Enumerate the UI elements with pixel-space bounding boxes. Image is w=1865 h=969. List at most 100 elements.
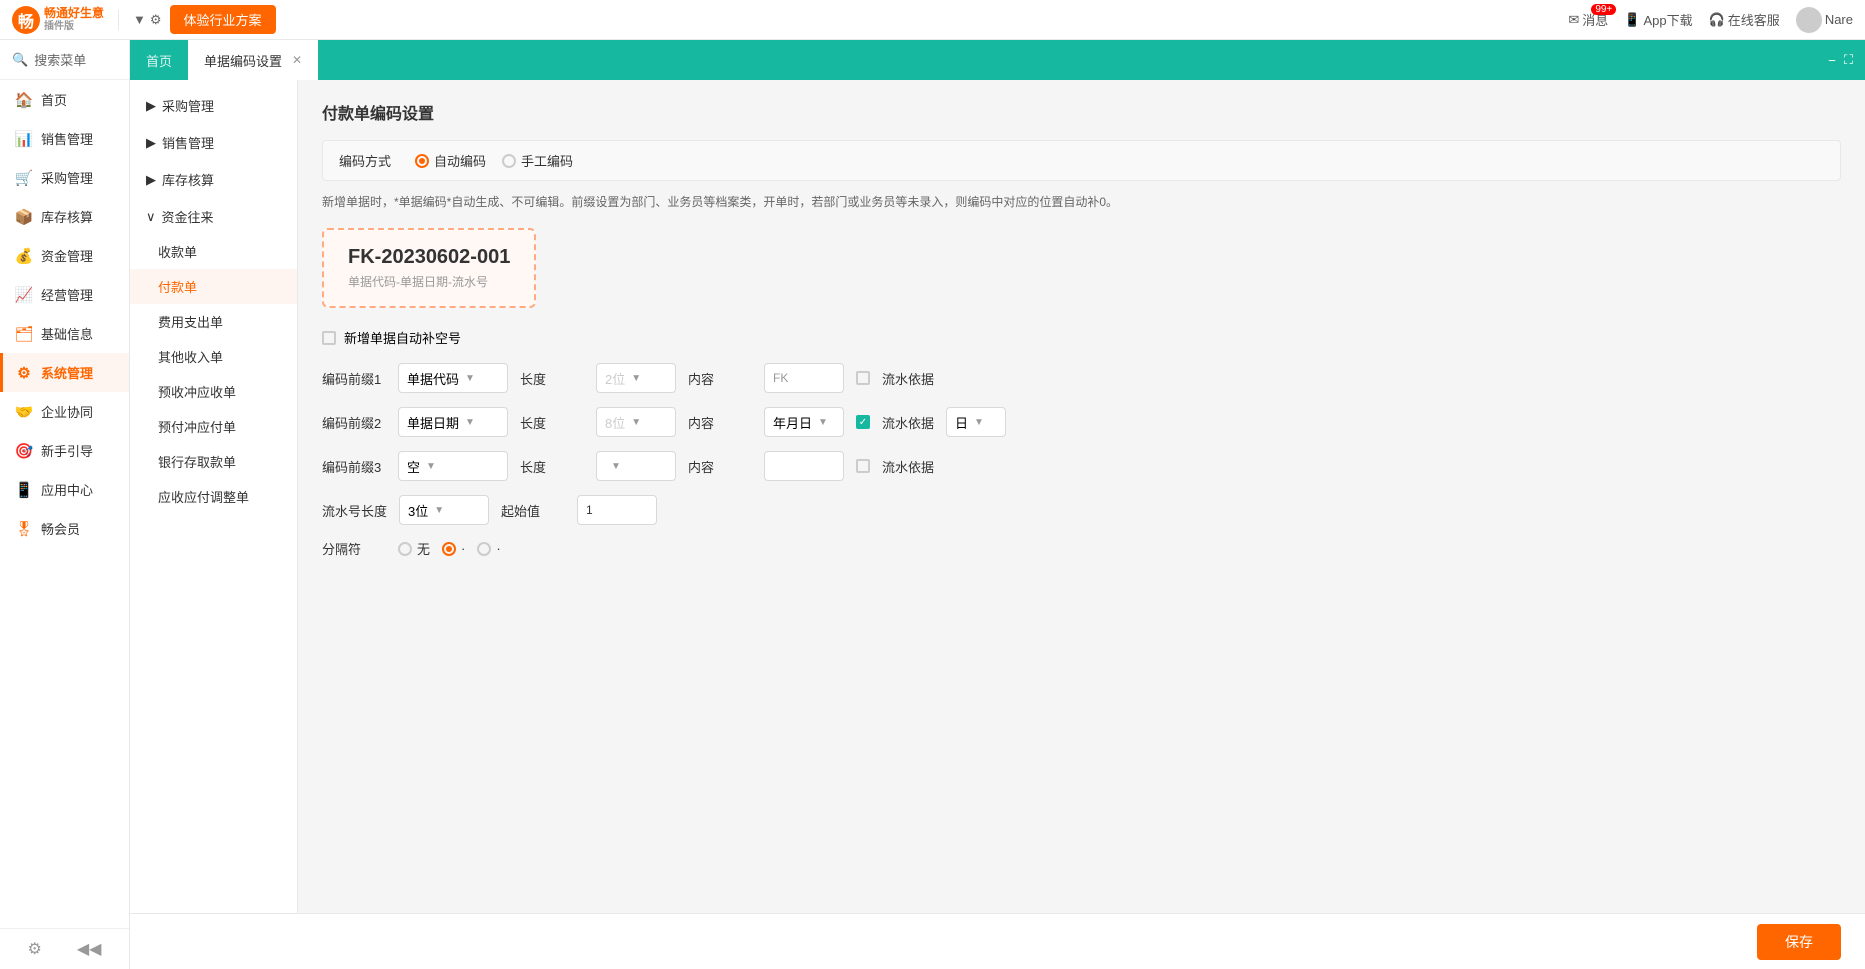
service-button[interactable]: 🎧 在线客服 xyxy=(1709,10,1780,29)
chevron-down-icon: ▼ xyxy=(818,417,828,428)
serial-length-select[interactable]: 3位 ▼ xyxy=(399,495,489,525)
tab-expand-icon[interactable]: ⛶ xyxy=(1844,52,1853,68)
sidebar-item-purchase[interactable]: 🛒 采购管理 xyxy=(0,158,129,197)
length3-select[interactable]: ▼ xyxy=(596,451,676,481)
prefix2-select[interactable]: 单据日期 ▼ xyxy=(398,407,508,437)
radio-manual-dot xyxy=(502,154,516,168)
settings-icon[interactable]: ⚙ xyxy=(150,12,162,28)
sidebar-item-enterprise[interactable]: 🤝 企业协同 xyxy=(0,392,129,431)
app-icon: 📱 xyxy=(1624,12,1640,28)
save-button[interactable]: 保存 xyxy=(1757,924,1841,960)
sidebar-item-finance[interactable]: 💰 资金管理 xyxy=(0,236,129,275)
length3-label: 长度 xyxy=(520,457,584,476)
apps-icon: 📱 xyxy=(15,481,33,499)
auto-fill-row[interactable]: 新增单据自动补空号 xyxy=(322,328,1841,347)
message-badge: 99+ xyxy=(1591,4,1616,15)
prefix-row-2: 编码前缀2 单据日期 ▼ 长度 8位 ▼ 内容 年月日 ▼ ✓ xyxy=(322,407,1841,437)
top-bar-left: 畅 畅通好生意 插件版 ▼ ⚙ 体验行业方案 xyxy=(12,5,276,34)
stream2-checkbox[interactable]: ✓ xyxy=(856,415,870,429)
sidebar-item-home[interactable]: 🏠 首页 xyxy=(0,80,129,119)
encoding-method-label: 编码方式 xyxy=(339,151,391,170)
sub-group-purchase-title[interactable]: ▶ 采购管理 xyxy=(130,88,297,123)
separator-none-radio[interactable]: 无 xyxy=(398,539,430,558)
top-bar: 畅 畅通好生意 插件版 ▼ ⚙ 体验行业方案 ✉ 消息 99+ 📱 App下载 … xyxy=(0,0,1865,40)
separator-row: 分隔符 无 · · xyxy=(322,539,1841,558)
stream1-checkbox[interactable] xyxy=(856,371,870,385)
tab-home[interactable]: 首页 xyxy=(130,40,188,80)
message-button[interactable]: ✉ 消息 99+ xyxy=(1568,10,1608,29)
sub-item-pre-receive[interactable]: 预收冲应收单 xyxy=(130,374,297,409)
sub-group-purchase: ▶ 采购管理 xyxy=(130,88,297,123)
sub-item-payment[interactable]: 付款单 xyxy=(130,269,297,304)
content1-input: FK xyxy=(764,363,844,393)
page-content: ▶ 采购管理 ▶ 销售管理 ▶ 库存核算 xyxy=(130,80,1865,913)
collapse-icon[interactable]: ◀◀ xyxy=(77,939,102,959)
stream2-unit-select[interactable]: 日 ▼ xyxy=(946,407,1006,437)
page-title: 付款单编码设置 xyxy=(322,100,1841,124)
sidebar-item-sales[interactable]: 📊 销售管理 xyxy=(0,119,129,158)
expand-arrow-icon: ∨ xyxy=(146,209,156,225)
sub-item-other-income[interactable]: 其他收入单 xyxy=(130,339,297,374)
logo-icon: 畅 xyxy=(12,6,40,34)
sub-group-inventory: ▶ 库存核算 xyxy=(130,162,297,197)
service-icon: 🎧 xyxy=(1709,12,1725,28)
app-download-button[interactable]: 📱 App下载 xyxy=(1624,10,1692,29)
sidebar-bottom: ⚙ ◀◀ xyxy=(0,928,129,969)
radio-dot2-dot xyxy=(477,542,491,556)
sub-item-adjust[interactable]: 应收应付调整单 xyxy=(130,479,297,514)
trial-button[interactable]: 体验行业方案 xyxy=(170,5,276,34)
encoding-manual-radio[interactable]: 手工编码 xyxy=(502,151,573,170)
sidebar-item-operations[interactable]: 📈 经营管理 xyxy=(0,275,129,314)
sidebar-item-system[interactable]: ⚙ 系统管理 xyxy=(0,353,129,392)
stream3-label: 流水依据 xyxy=(882,457,934,476)
search-area[interactable]: ▼ ⚙ xyxy=(133,12,162,28)
content2-select[interactable]: 年月日 ▼ xyxy=(764,407,844,437)
chevron-down-icon: ▼ xyxy=(611,461,621,472)
separator-dot-radio[interactable]: · xyxy=(442,541,465,556)
sales-icon: 📊 xyxy=(15,130,33,148)
encoding-auto-radio[interactable]: 自动编码 xyxy=(415,151,486,170)
sidebar-item-basic[interactable]: 🗂 基础信息 xyxy=(0,314,129,353)
sub-item-expense[interactable]: 费用支出单 xyxy=(130,304,297,339)
settings-bottom-icon[interactable]: ⚙ xyxy=(28,939,42,959)
info-text: 新增单据时，*单据编码*自动生成、不可编辑。前缀设置为部门、业务员等档案类，开单… xyxy=(322,193,1841,212)
search-icon: ▼ xyxy=(133,12,146,27)
logo: 畅 畅通好生意 插件版 xyxy=(12,6,104,34)
search-icon: 🔍 xyxy=(12,52,28,68)
sub-group-finance-title[interactable]: ∨ 资金往来 xyxy=(130,199,297,234)
sub-item-pre-pay[interactable]: 预付冲应付单 xyxy=(130,409,297,444)
separator-dot2-radio[interactable]: · xyxy=(477,541,500,556)
sidebar-search[interactable]: 🔍 搜索菜单 xyxy=(0,40,129,80)
prefix1-select[interactable]: 单据代码 ▼ xyxy=(398,363,508,393)
sub-group-inventory-title[interactable]: ▶ 库存核算 xyxy=(130,162,297,197)
tab-encoding-settings[interactable]: 单据编码设置 ✕ xyxy=(188,40,318,80)
sub-item-receipt[interactable]: 收款单 xyxy=(130,234,297,269)
sidebar-item-member[interactable]: 🎖 畅会员 xyxy=(0,509,129,548)
tab-minimize-icon[interactable]: − xyxy=(1828,53,1836,68)
sub-group-finance: ∨ 资金往来 收款单 付款单 费用支出单 其他收入单 预收冲应收单 预付冲应付单… xyxy=(130,199,297,514)
encoding-radio-group: 自动编码 手工编码 xyxy=(415,151,573,170)
sub-group-sales-title[interactable]: ▶ 销售管理 xyxy=(130,125,297,160)
content2-label: 内容 xyxy=(688,413,752,432)
length2-select[interactable]: 8位 ▼ xyxy=(596,407,676,437)
chevron-down-icon: ▼ xyxy=(974,417,984,428)
sidebar-item-apps[interactable]: 📱 应用中心 xyxy=(0,470,129,509)
divider xyxy=(118,10,119,30)
sidebar-item-inventory[interactable]: 📦 库存核算 xyxy=(0,197,129,236)
tab-close-icon[interactable]: ✕ xyxy=(292,53,302,67)
logo-text: 畅通好生意 插件版 xyxy=(44,6,104,32)
prefix-row-1: 编码前缀1 单据代码 ▼ 长度 2位 ▼ 内容 FK 流水依据 xyxy=(322,363,1841,393)
enterprise-icon: 🤝 xyxy=(15,403,33,421)
length1-select[interactable]: 2位 ▼ xyxy=(596,363,676,393)
prefix3-select[interactable]: 空 ▼ xyxy=(398,451,508,481)
user-avatar[interactable]: Nare xyxy=(1796,7,1853,33)
stream3-checkbox[interactable] xyxy=(856,459,870,473)
sub-sidebar: ▶ 采购管理 ▶ 销售管理 ▶ 库存核算 xyxy=(130,80,298,913)
encoding-method-row: 编码方式 自动编码 手工编码 xyxy=(322,140,1841,181)
sub-item-bank[interactable]: 银行存取款单 xyxy=(130,444,297,479)
start-value-input[interactable]: 1 xyxy=(577,495,657,525)
chevron-down-icon: ▼ xyxy=(426,461,436,472)
sidebar-item-guide[interactable]: 🎯 新手引导 xyxy=(0,431,129,470)
auto-fill-checkbox[interactable] xyxy=(322,331,336,345)
purchase-icon: 🛒 xyxy=(15,169,33,187)
